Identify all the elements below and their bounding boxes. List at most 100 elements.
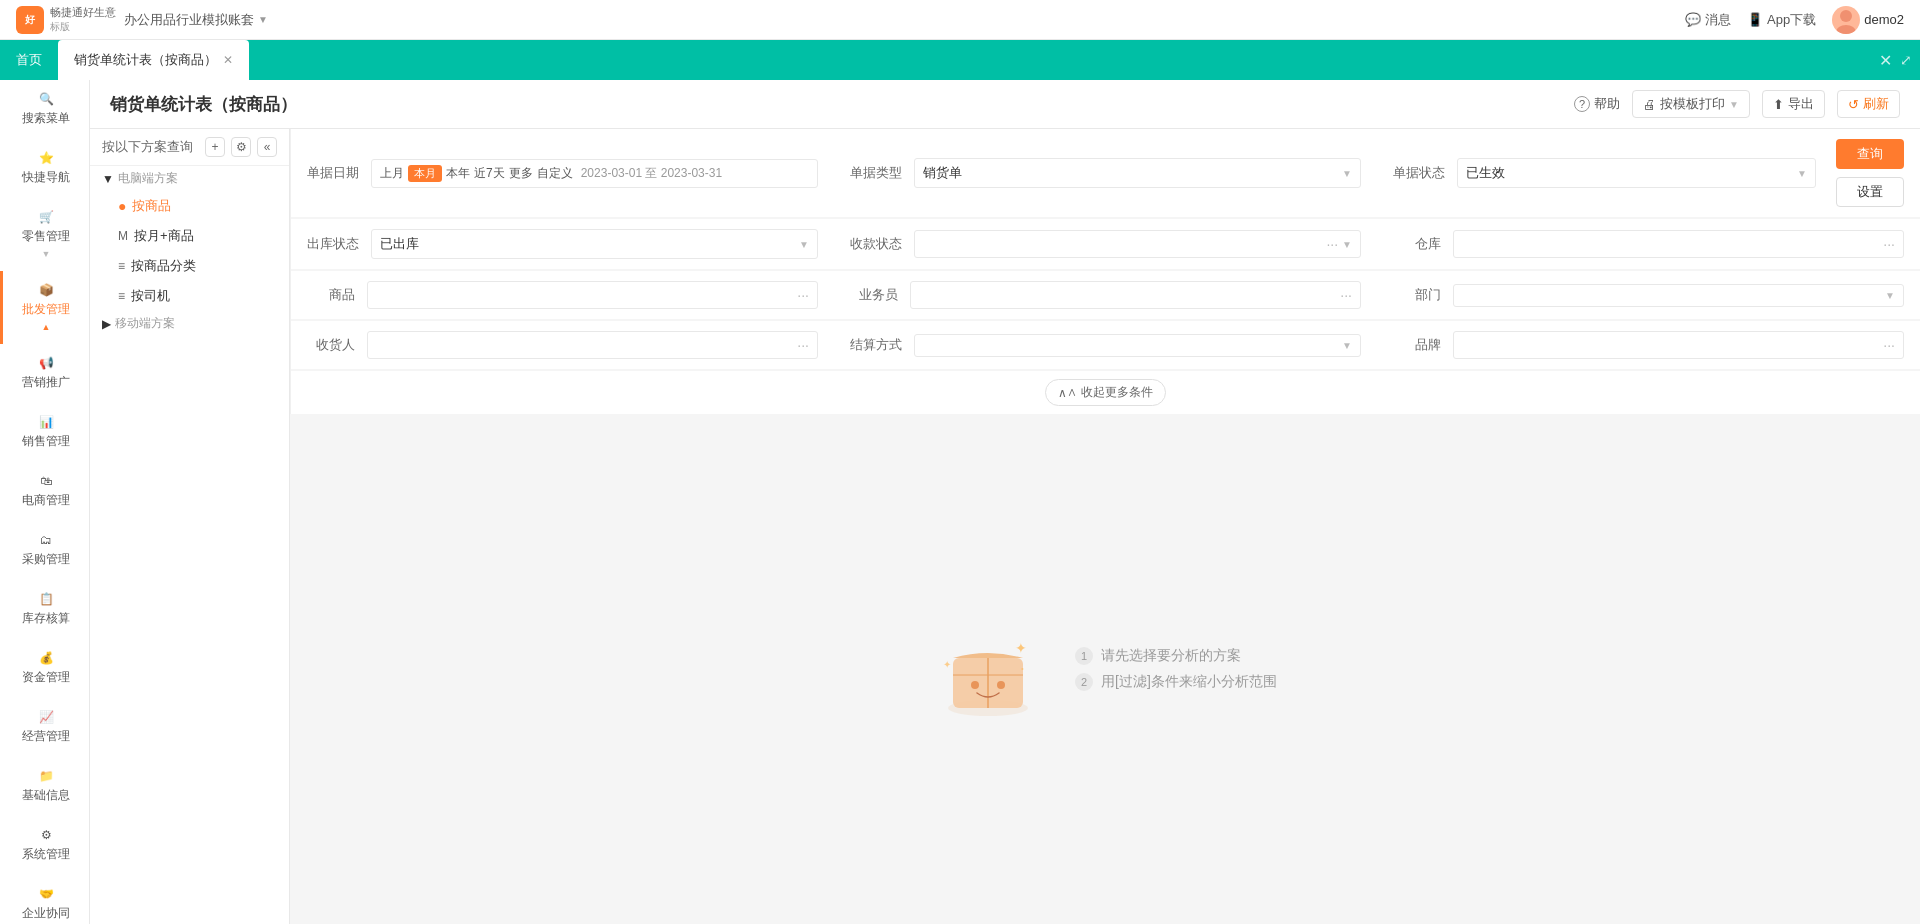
warehouse-dots-icon[interactable]: ··· — [1883, 236, 1895, 252]
payment-arrow-icon: ▼ — [1342, 340, 1352, 351]
filter-payment-field: 结算方式 ▼ — [834, 321, 1377, 370]
date-last-month[interactable]: 上月 — [380, 165, 404, 182]
sidebar-item-basic[interactable]: 📁 基础信息 — [0, 757, 89, 816]
ecom-icon: 🛍 — [40, 474, 52, 488]
filter-brand-label: 品牌 — [1393, 336, 1445, 354]
help-button[interactable]: ? 帮助 — [1574, 95, 1620, 113]
app-icon: 📱 — [1747, 12, 1763, 27]
tree-item-by-month-goods[interactable]: M 按月+商品 — [90, 221, 289, 251]
date-more[interactable]: 更多 — [509, 165, 533, 182]
query-button[interactable]: 查询 — [1836, 139, 1904, 169]
filter-recvstatus-label: 收款状态 — [850, 235, 906, 253]
filter-department-field: 部门 ▼ — [1377, 271, 1920, 320]
filter-receiver-label: 收货人 — [307, 336, 359, 354]
print-button[interactable]: 🖨 按模板打印 ▼ — [1632, 90, 1750, 118]
sidebar-item-sales[interactable]: 📊 销售管理 — [0, 403, 89, 462]
filter-doctype-control[interactable]: 销货单 ▼ — [914, 158, 1361, 188]
filter-recvstatus-control[interactable]: ··· ▼ — [914, 230, 1361, 258]
avatar — [1832, 6, 1860, 34]
filter-goods-field: 商品 ··· — [291, 271, 834, 320]
username[interactable]: demo2 — [1864, 12, 1904, 27]
scheme-panel-title: 按以下方案查询 — [102, 138, 193, 156]
empty-illustration: ✦ ✦ • — [933, 613, 1043, 726]
filter-payment-label: 结算方式 — [850, 336, 906, 354]
marketing-icon: 📢 — [39, 356, 54, 370]
filter-brand-control[interactable]: ··· — [1453, 331, 1904, 359]
scheme-panel: 按以下方案查询 + ⚙ « ▼ 电脑端方案 ● 按商品 M — [90, 129, 290, 924]
sidebar-item-wholesale[interactable]: 📦 批发管理 ▲ — [0, 271, 89, 344]
filter-warehouse-control[interactable]: ··· — [1453, 230, 1904, 258]
print-arrow-icon: ▼ — [1729, 99, 1739, 110]
filter-goods-control[interactable]: ··· — [367, 281, 818, 309]
sidebar-item-shortcut[interactable]: ⭐ 快捷导航 — [0, 139, 89, 198]
filter-docstatus-control[interactable]: 已生效 ▼ — [1457, 158, 1816, 188]
industry-selector[interactable]: 办公用品行业模拟账套 ▼ — [124, 11, 268, 29]
empty-tip-1: 1 请先选择要分析的方案 — [1075, 647, 1277, 665]
tree-item-active-dot: ● — [118, 198, 126, 214]
tree-item-by-cashier[interactable]: ≡ 按司机 — [90, 281, 289, 311]
sidebar-item-finance[interactable]: 💰 资金管理 — [0, 639, 89, 698]
sidebar-item-corp[interactable]: 🤝 企业协同 — [0, 875, 89, 924]
collapse-button[interactable]: ∧ ∧ 收起更多条件 — [1045, 379, 1165, 406]
scheme-add-button[interactable]: + — [205, 137, 225, 157]
filter-warehouse-field: 仓库 ··· — [1377, 219, 1920, 270]
filter-date-field: 单据日期 上月 本月 本年 近7天 更多 自定义 2023-03-01 至 20… — [291, 129, 834, 218]
scheme-collapse-button[interactable]: « — [257, 137, 277, 157]
filter-payment-control[interactable]: ▼ — [914, 334, 1361, 357]
message-icon: 💬 — [1685, 12, 1701, 27]
sidebar-item-retail[interactable]: 🛒 零售管理 ▼ — [0, 198, 89, 271]
doctype-arrow-icon: ▼ — [1342, 168, 1352, 179]
app-download-button[interactable]: 📱 App下载 — [1747, 11, 1816, 29]
basic-icon: 📁 — [39, 769, 54, 783]
date-this-month-badge[interactable]: 本月 — [408, 165, 442, 182]
reset-button[interactable]: 设置 — [1836, 177, 1904, 207]
sidebar-item-system[interactable]: ⚙ 系统管理 — [0, 816, 89, 875]
filter-department-control[interactable]: ▼ — [1453, 284, 1904, 307]
tab-expand-icon[interactable]: ⤢ — [1900, 52, 1912, 68]
recvstatus-dots-icon[interactable]: ··· — [1326, 236, 1338, 252]
tab-minimize-icon[interactable]: ✕ — [1879, 51, 1892, 70]
user-area[interactable]: demo2 — [1832, 6, 1904, 34]
receiver-dots-icon[interactable]: ··· — [797, 337, 809, 353]
message-button[interactable]: 💬 消息 — [1685, 11, 1731, 29]
date-7days[interactable]: 近7天 — [474, 165, 505, 182]
scheme-settings-button[interactable]: ⚙ — [231, 137, 251, 157]
logo-text: 畅捷通好生意 标版 — [50, 5, 116, 34]
tab-close-icon[interactable]: ✕ — [223, 53, 233, 67]
page-header: 销货单统计表（按商品） ? 帮助 🖨 按模板打印 ▼ ⬆ 导出 ↺ 刷新 — [90, 80, 1920, 129]
collapse-row: ∧ ∧ 收起更多条件 — [291, 371, 1920, 414]
date-this-year[interactable]: 本年 — [446, 165, 470, 182]
shortcut-icon: ⭐ — [39, 151, 54, 165]
filter-salesperson-control[interactable]: ··· — [910, 281, 1361, 309]
tree-item-by-goods[interactable]: ● 按商品 — [90, 191, 289, 221]
inventory-icon: 📋 — [39, 592, 54, 606]
goods-dots-icon[interactable]: ··· — [797, 287, 809, 303]
filter-section: 单据日期 上月 本月 本年 近7天 更多 自定义 2023-03-01 至 20… — [290, 129, 1920, 414]
date-custom[interactable]: 自定义 — [537, 165, 573, 182]
empty-tips: 1 请先选择要分析的方案 2 用[过滤]条件来缩小分析范围 — [1075, 647, 1277, 691]
filter-row-2: 出库状态 已出库 ▼ 收款状态 ··· ▼ — [291, 219, 1920, 271]
sidebar-item-inventory[interactable]: 📋 库存核算 — [0, 580, 89, 639]
sidebar-item-ops[interactable]: 📈 经营管理 — [0, 698, 89, 757]
nav-right: 💬 消息 📱 App下载 demo2 — [1685, 6, 1904, 34]
export-button[interactable]: ⬆ 导出 — [1762, 90, 1825, 118]
tab-stats[interactable]: 销货单统计表（按商品） ✕ — [58, 40, 249, 80]
sidebar-item-search[interactable]: 🔍 搜索菜单 — [0, 80, 89, 139]
sidebar-item-ecom[interactable]: 🛍 电商管理 — [0, 462, 89, 521]
sidebar-item-purchase[interactable]: 🗂 采购管理 — [0, 521, 89, 580]
filter-outstatus-control[interactable]: 已出库 ▼ — [371, 229, 818, 259]
filter-receiver-field: 收货人 ··· — [291, 321, 834, 370]
sidebar-item-marketing[interactable]: 📢 营销推广 — [0, 344, 89, 403]
tab-bar: 首页 销货单统计表（按商品） ✕ ✕ ⤢ — [0, 40, 1920, 80]
tab-home[interactable]: 首页 — [0, 40, 58, 80]
logo-area: 好 畅捷通好生意 标版 — [16, 5, 116, 34]
sales-icon: 📊 — [39, 415, 54, 429]
top-content: 按以下方案查询 + ⚙ « ▼ 电脑端方案 ● 按商品 M — [90, 129, 1920, 924]
svg-text:✦: ✦ — [1015, 640, 1027, 656]
filter-date-control[interactable]: 上月 本月 本年 近7天 更多 自定义 2023-03-01 至 2023-03… — [371, 159, 818, 188]
tree-item-by-goods-cat[interactable]: ≡ 按商品分类 — [90, 251, 289, 281]
refresh-button[interactable]: ↺ 刷新 — [1837, 90, 1900, 118]
brand-dots-icon[interactable]: ··· — [1883, 337, 1895, 353]
salesperson-dots-icon[interactable]: ··· — [1340, 287, 1352, 303]
filter-receiver-control[interactable]: ··· — [367, 331, 818, 359]
